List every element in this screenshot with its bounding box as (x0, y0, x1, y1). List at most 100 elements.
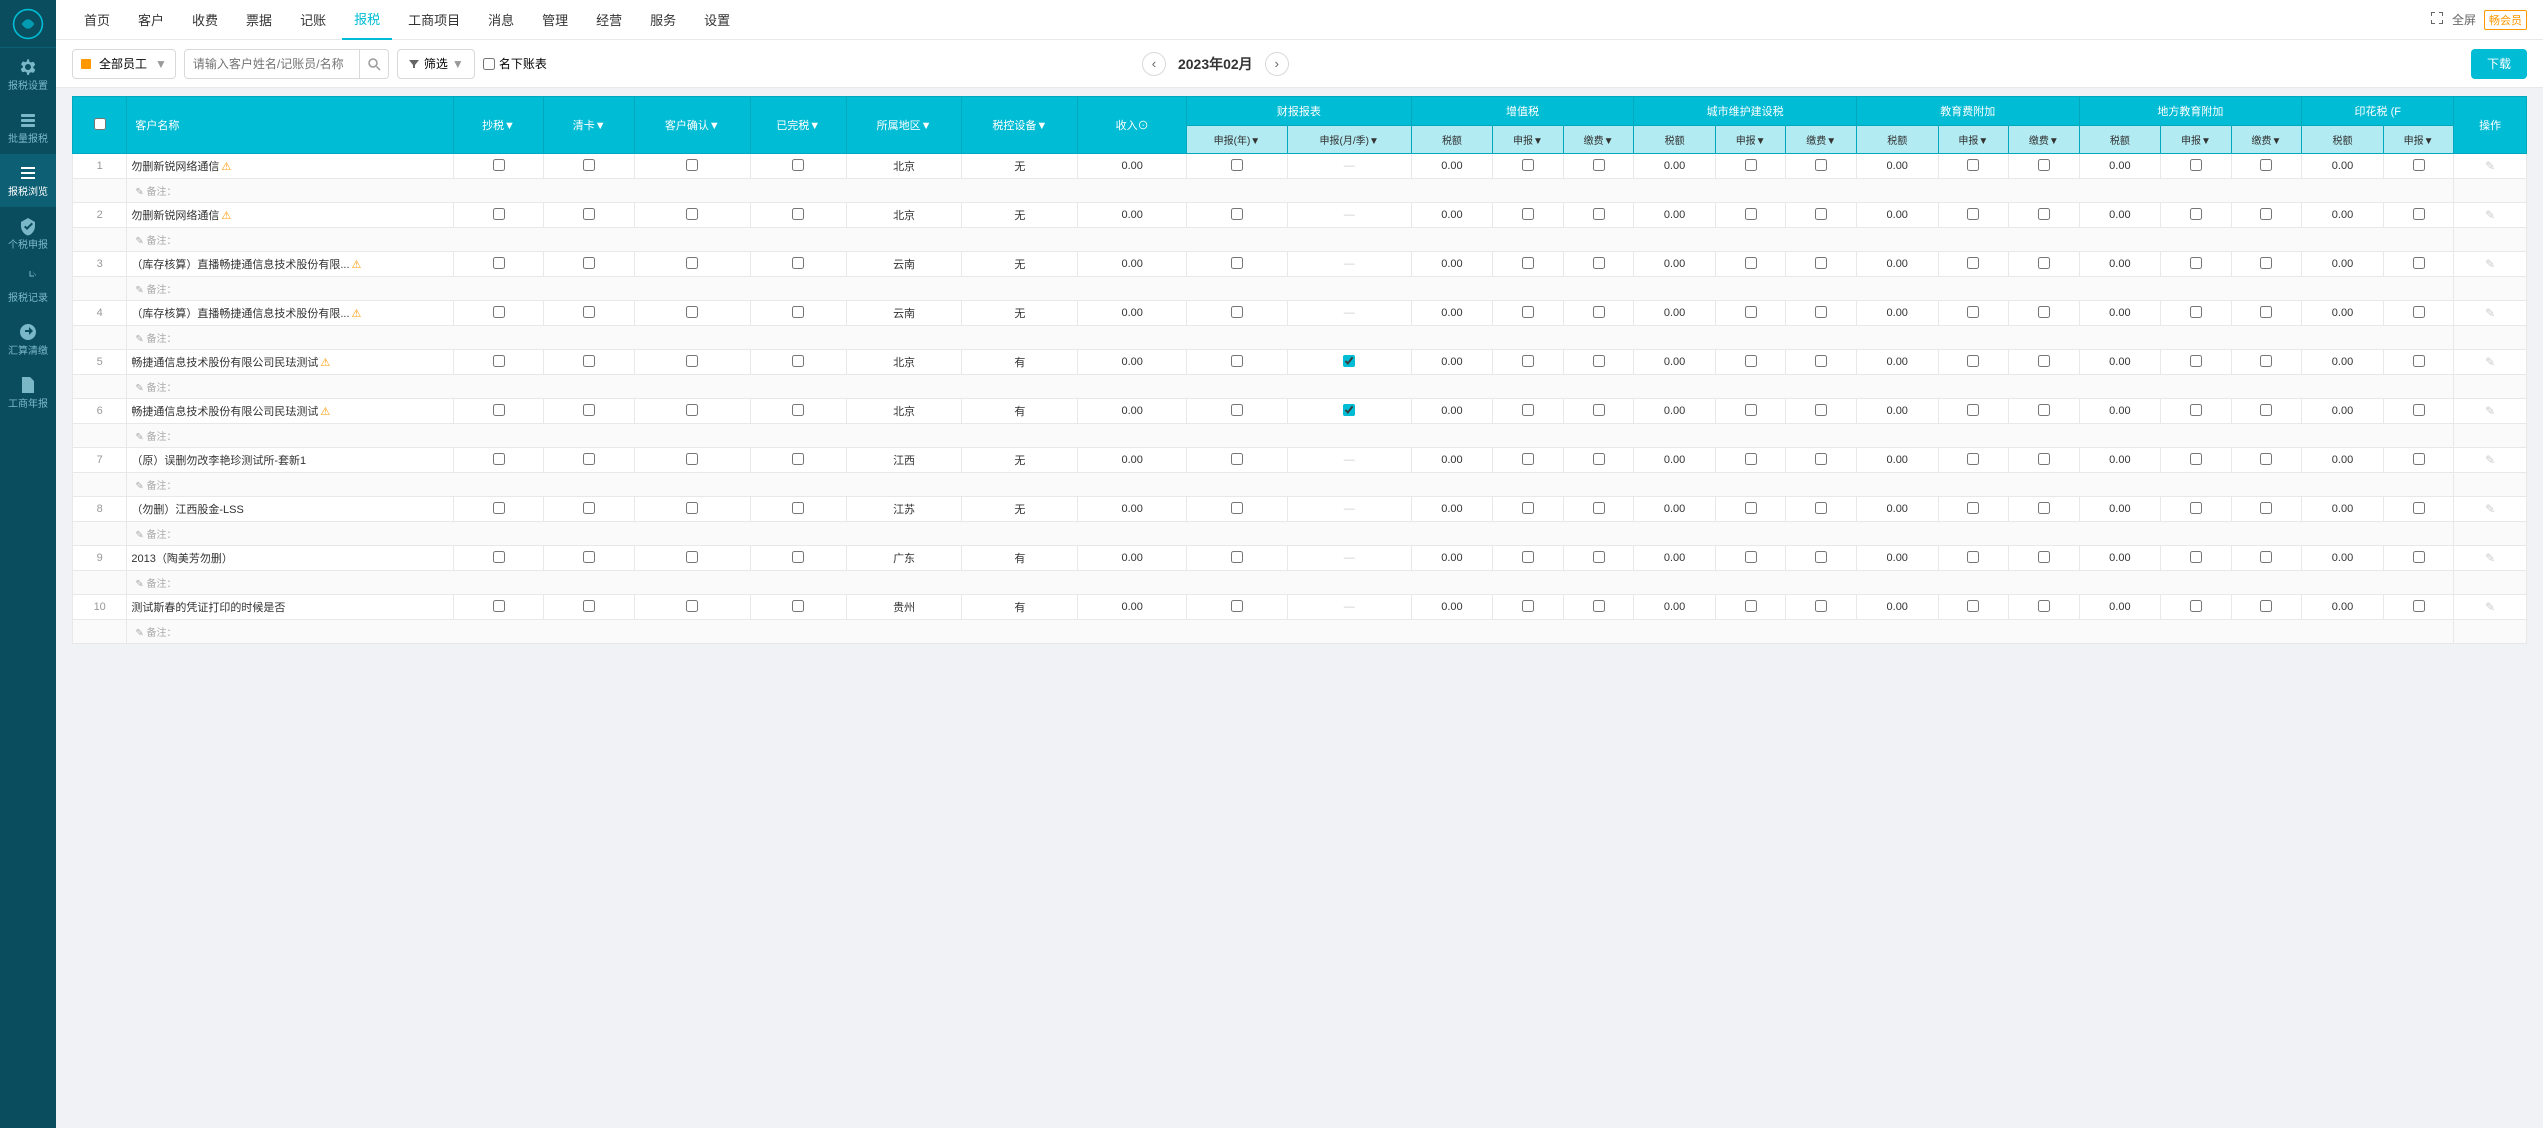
chengshi-declared-checkbox[interactable] (1745, 404, 1757, 416)
jiaoyu-declared-checkbox[interactable] (1967, 159, 1979, 171)
difang-paid-checkbox[interactable] (2260, 257, 2272, 269)
difang-paid-checkbox[interactable] (2260, 208, 2272, 220)
chengshi-declared-checkbox[interactable] (1745, 600, 1757, 612)
difang-declared-checkbox[interactable] (2190, 502, 2202, 514)
chengshi-declared-checkbox[interactable] (1745, 551, 1757, 563)
tax-copy-checkbox[interactable] (493, 600, 505, 612)
declared-checkbox[interactable] (792, 502, 804, 514)
fullscreen-btn[interactable] (2430, 11, 2444, 28)
next-month-button[interactable]: › (1265, 52, 1289, 76)
tax-copy-checkbox[interactable] (493, 502, 505, 514)
zengjia-paid-checkbox[interactable] (1593, 306, 1605, 318)
caibao-year-checkbox[interactable] (1231, 257, 1243, 269)
sidebar-item-annual-settlement[interactable]: 汇算清缴 (0, 313, 56, 366)
jiaoyu-declared-checkbox[interactable] (1967, 502, 1979, 514)
prev-month-button[interactable]: ‹ (1142, 52, 1166, 76)
user-confirm-checkbox[interactable] (686, 306, 698, 318)
difang-paid-checkbox[interactable] (2260, 600, 2272, 612)
difang-paid-checkbox[interactable] (2260, 453, 2272, 465)
clear-card-checkbox[interactable] (583, 306, 595, 318)
zengjia-paid-checkbox[interactable] (1593, 551, 1605, 563)
chengshi-declared-checkbox[interactable] (1745, 355, 1757, 367)
chengshi-paid-checkbox[interactable] (1815, 257, 1827, 269)
zengjia-paid-checkbox[interactable] (1593, 257, 1605, 269)
edit-icon[interactable]: ✎ (2485, 404, 2495, 418)
yinhua-declared-checkbox[interactable] (2413, 208, 2425, 220)
caibao-year-checkbox[interactable] (1231, 453, 1243, 465)
caibao-year-checkbox[interactable] (1231, 355, 1243, 367)
nav-settings[interactable]: 设置 (692, 0, 742, 40)
yinhua-declared-checkbox[interactable] (2413, 600, 2425, 612)
nav-bookkeeping[interactable]: 记账 (288, 0, 338, 40)
jiaoyu-paid-checkbox[interactable] (2038, 306, 2050, 318)
declared-checkbox[interactable] (792, 551, 804, 563)
user-confirm-checkbox[interactable] (686, 355, 698, 367)
jiaoyu-declared-checkbox[interactable] (1967, 306, 1979, 318)
chengshi-paid-checkbox[interactable] (1815, 502, 1827, 514)
chengshi-paid-checkbox[interactable] (1815, 404, 1827, 416)
user-confirm-checkbox[interactable] (686, 600, 698, 612)
nav-manage[interactable]: 管理 (530, 0, 580, 40)
nav-business[interactable]: 工商项目 (396, 0, 472, 40)
tax-copy-checkbox[interactable] (493, 404, 505, 416)
tax-copy-checkbox[interactable] (493, 355, 505, 367)
tax-copy-checkbox[interactable] (493, 208, 505, 220)
caibao-year-checkbox[interactable] (1231, 306, 1243, 318)
tax-copy-checkbox[interactable] (493, 453, 505, 465)
zengjia-declared-checkbox[interactable] (1522, 159, 1534, 171)
jiaoyu-declared-checkbox[interactable] (1967, 600, 1979, 612)
chengshi-paid-checkbox[interactable] (1815, 306, 1827, 318)
nav-operation[interactable]: 经营 (584, 0, 634, 40)
zengjia-declared-checkbox[interactable] (1522, 208, 1534, 220)
difang-declared-checkbox[interactable] (2190, 355, 2202, 367)
chengshi-paid-checkbox[interactable] (1815, 453, 1827, 465)
difang-paid-checkbox[interactable] (2260, 404, 2272, 416)
clear-card-checkbox[interactable] (583, 159, 595, 171)
sidebar-item-personal-tax[interactable]: 个税申报 (0, 207, 56, 260)
clear-card-checkbox[interactable] (583, 551, 595, 563)
clear-card-checkbox[interactable] (583, 404, 595, 416)
yinhua-declared-checkbox[interactable] (2413, 306, 2425, 318)
user-confirm-checkbox[interactable] (686, 404, 698, 416)
jiaoyu-paid-checkbox[interactable] (2038, 453, 2050, 465)
name-account-checkbox-label[interactable]: 名下账表 (483, 55, 547, 72)
caibao-year-checkbox[interactable] (1231, 404, 1243, 416)
difang-declared-checkbox[interactable] (2190, 159, 2202, 171)
user-confirm-checkbox[interactable] (686, 159, 698, 171)
declared-checkbox[interactable] (792, 159, 804, 171)
jiaoyu-declared-checkbox[interactable] (1967, 551, 1979, 563)
sidebar-item-tax-record[interactable]: 报税记录 (0, 260, 56, 313)
search-input[interactable] (184, 49, 364, 79)
yinhua-declared-checkbox[interactable] (2413, 355, 2425, 367)
declared-checkbox[interactable] (792, 257, 804, 269)
zengjia-paid-checkbox[interactable] (1593, 159, 1605, 171)
nav-tax[interactable]: 报税 (342, 0, 392, 40)
difang-paid-checkbox[interactable] (2260, 306, 2272, 318)
tax-copy-checkbox[interactable] (493, 159, 505, 171)
jiaoyu-paid-checkbox[interactable] (2038, 159, 2050, 171)
clear-card-checkbox[interactable] (583, 257, 595, 269)
zengjia-declared-checkbox[interactable] (1522, 306, 1534, 318)
chengshi-declared-checkbox[interactable] (1745, 208, 1757, 220)
difang-declared-checkbox[interactable] (2190, 306, 2202, 318)
clear-card-checkbox[interactable] (583, 355, 595, 367)
nav-service[interactable]: 服务 (638, 0, 688, 40)
caibao-year-checkbox[interactable] (1231, 551, 1243, 563)
declared-checkbox[interactable] (792, 355, 804, 367)
jiaoyu-paid-checkbox[interactable] (2038, 208, 2050, 220)
nav-billing[interactable]: 收费 (180, 0, 230, 40)
edit-icon[interactable]: ✎ (2485, 600, 2495, 614)
user-confirm-checkbox[interactable] (686, 257, 698, 269)
sidebar-item-tax-browse[interactable]: 报税浏览 (0, 154, 56, 207)
difang-declared-checkbox[interactable] (2190, 404, 2202, 416)
jiaoyu-declared-checkbox[interactable] (1967, 355, 1979, 367)
tax-copy-checkbox[interactable] (493, 551, 505, 563)
zengjia-declared-checkbox[interactable] (1522, 257, 1534, 269)
yinhua-declared-checkbox[interactable] (2413, 404, 2425, 416)
zengjia-declared-checkbox[interactable] (1522, 453, 1534, 465)
download-button[interactable]: 下载 (2471, 49, 2527, 79)
difang-paid-checkbox[interactable] (2260, 551, 2272, 563)
filter-button[interactable]: 筛选 ▼ (397, 49, 475, 79)
chengshi-declared-checkbox[interactable] (1745, 306, 1757, 318)
difang-paid-checkbox[interactable] (2260, 502, 2272, 514)
